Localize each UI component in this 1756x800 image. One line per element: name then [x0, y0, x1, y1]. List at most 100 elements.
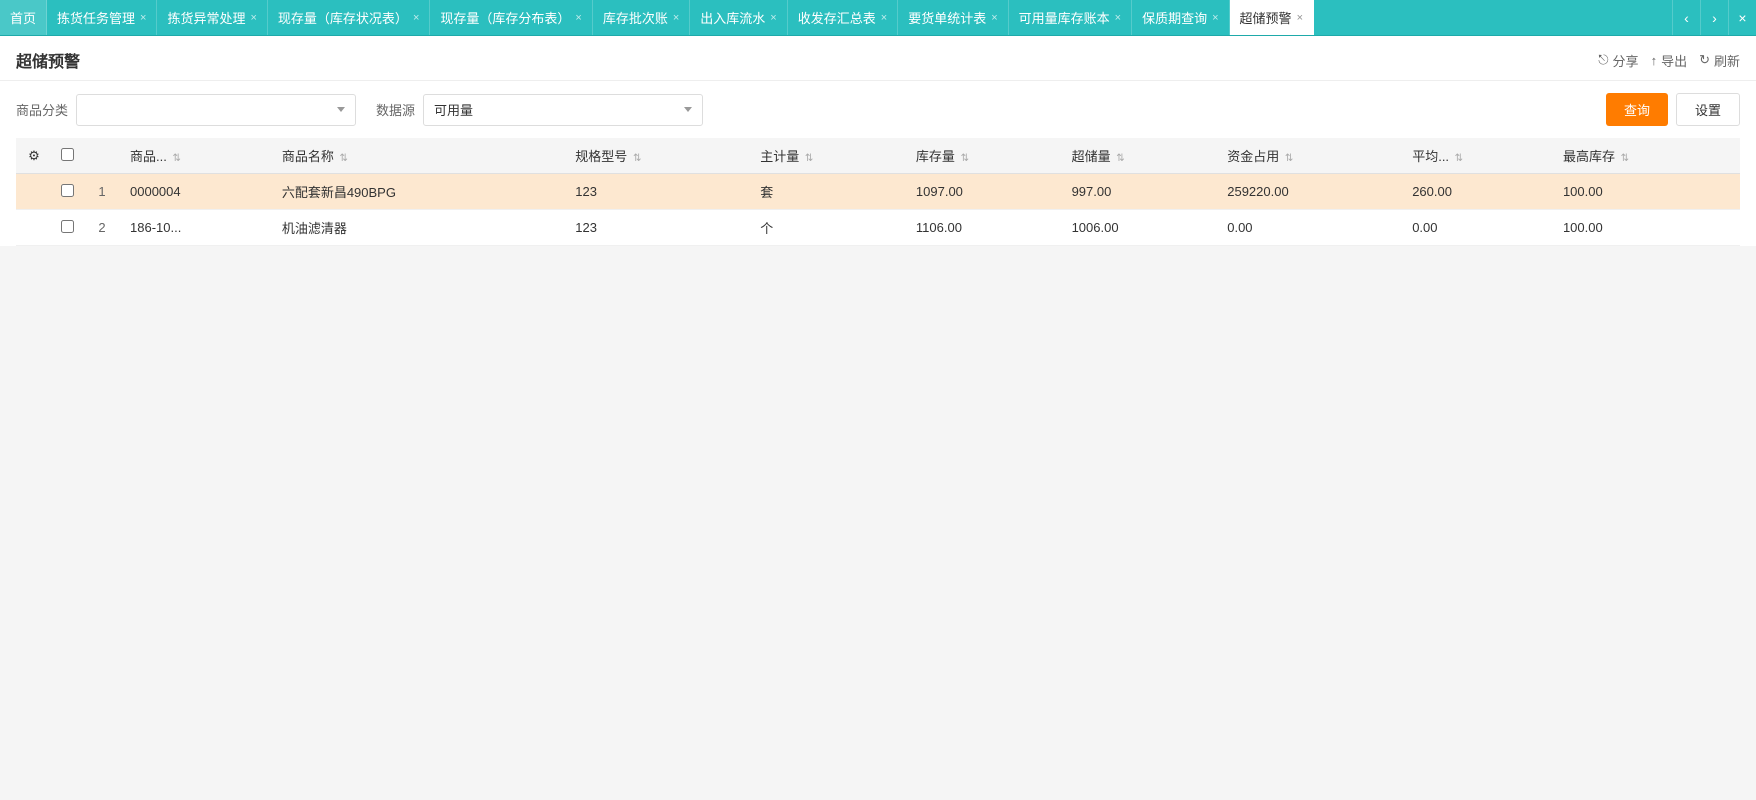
row-avg: 0.00 [1404, 210, 1555, 246]
datasource-filter: 数据源 可用量 [376, 94, 703, 126]
capital-header[interactable]: 资金占用 ⇅ [1219, 138, 1404, 174]
data-table: ⚙ 商品... ⇅ 商品名称 ⇅ 规格型号 ⇅ [16, 138, 1740, 246]
row-product-name: 六配套新昌490BPG [274, 174, 567, 210]
nav-summary[interactable]: 收发存汇总表 × [788, 0, 898, 36]
page-title: 超储预警 [16, 48, 80, 72]
filter-area: 商品分类 数据源 可用量 查询 设置 [0, 81, 1756, 138]
share-button[interactable]: ⎋ 分享 [1598, 51, 1638, 70]
row-stock: 1106.00 [908, 210, 1064, 246]
top-navigation: 首页 拣货任务管理 × 拣货异常处理 × 现存量（库存状况表） × 现存量（库存… [0, 0, 1756, 36]
category-select[interactable] [76, 94, 356, 126]
table-row: 1 0000004 六配套新昌490BPG 123 套 1097.00 997.… [16, 174, 1740, 210]
sort-icon: ⇅ [1621, 153, 1629, 164]
nav-order-stats[interactable]: 要货单统计表 × [898, 0, 1008, 36]
unit-header[interactable]: 主计量 ⇅ [752, 138, 908, 174]
row-product-code: 186-10... [122, 210, 274, 246]
row-spec: 123 [567, 210, 752, 246]
settings-button[interactable]: 设置 [1676, 93, 1740, 126]
row-unit: 个 [752, 210, 908, 246]
sort-icon: ⇅ [1285, 153, 1293, 164]
row-spec: 123 [567, 174, 752, 210]
avg-header[interactable]: 平均... ⇅ [1404, 138, 1555, 174]
datasource-select-value: 可用量 [434, 100, 473, 119]
export-icon: ↑ [1651, 53, 1658, 68]
checkbox-header[interactable] [52, 138, 82, 174]
close-icon[interactable]: × [991, 12, 997, 24]
row-max-stock: 100.00 [1555, 174, 1740, 210]
sort-icon: ⇅ [172, 153, 180, 164]
close-icon[interactable]: × [770, 12, 776, 24]
close-icon[interactable]: × [140, 12, 146, 24]
nav-close-arrow[interactable]: × [1728, 0, 1756, 36]
nav-pick-task[interactable]: 拣货任务管理 × [47, 0, 157, 36]
sort-icon: ⇅ [339, 153, 347, 164]
nav-pick-exception[interactable]: 拣货异常处理 × [157, 0, 267, 36]
sort-icon: ⇅ [1116, 153, 1124, 164]
close-icon[interactable]: × [413, 12, 419, 24]
row-checkbox-cell [52, 174, 82, 210]
row-capital: 259220.00 [1219, 174, 1404, 210]
chevron-down-icon [337, 107, 345, 112]
stock-header[interactable]: 库存量 ⇅ [908, 138, 1064, 174]
gear-header[interactable]: ⚙ [16, 138, 52, 174]
row-number: 1 [82, 174, 122, 210]
export-button[interactable]: ↑ 导出 [1651, 51, 1688, 70]
close-icon[interactable]: × [673, 12, 679, 24]
row-capital: 0.00 [1219, 210, 1404, 246]
product-code-header[interactable]: 商品... ⇅ [122, 138, 274, 174]
nav-stock-dist[interactable]: 现存量（库存分布表） × [430, 0, 592, 36]
close-icon[interactable]: × [881, 12, 887, 24]
nav-next-arrow[interactable]: › [1700, 0, 1728, 36]
datasource-label: 数据源 [376, 100, 415, 119]
row-max-stock: 100.00 [1555, 210, 1740, 246]
row-stock: 1097.00 [908, 174, 1064, 210]
row-unit: 套 [752, 174, 908, 210]
row-checkbox[interactable] [61, 220, 74, 233]
rownum-header [82, 138, 122, 174]
overstock-header[interactable]: 超储量 ⇅ [1064, 138, 1220, 174]
nav-overstock-warning[interactable]: 超储预警 × [1230, 0, 1314, 36]
max-stock-header[interactable]: 最高库存 ⇅ [1555, 138, 1740, 174]
sort-icon: ⇅ [1455, 153, 1463, 164]
close-icon[interactable]: × [1297, 12, 1303, 24]
nav-batch-account[interactable]: 库存批次账 × [593, 0, 690, 36]
close-icon[interactable]: × [1115, 12, 1121, 24]
header-actions: ⎋ 分享 ↑ 导出 ↻ 刷新 [1598, 51, 1740, 70]
sort-icon: ⇅ [961, 153, 969, 164]
row-gear[interactable] [16, 210, 52, 246]
category-filter: 商品分类 [16, 94, 356, 126]
refresh-button[interactable]: ↻ 刷新 [1699, 51, 1740, 70]
nav-prev-arrow[interactable]: ‹ [1672, 0, 1700, 36]
close-icon[interactable]: × [1212, 12, 1218, 24]
row-gear[interactable] [16, 174, 52, 210]
spec-header[interactable]: 规格型号 ⇅ [567, 138, 752, 174]
row-overstock: 1006.00 [1064, 210, 1220, 246]
nav-available-stock[interactable]: 可用量库存账本 × [1009, 0, 1132, 36]
product-name-header[interactable]: 商品名称 ⇅ [274, 138, 567, 174]
nav-expiry-query[interactable]: 保质期查询 × [1132, 0, 1229, 36]
nav-home[interactable]: 首页 [0, 0, 47, 36]
page-container: 超储预警 ⎋ 分享 ↑ 导出 ↻ 刷新 商品分类 数据源 [0, 36, 1756, 246]
table-body: 1 0000004 六配套新昌490BPG 123 套 1097.00 997.… [16, 174, 1740, 246]
sort-icon: ⇅ [805, 153, 813, 164]
page-header: 超储预警 ⎋ 分享 ↑ 导出 ↻ 刷新 [0, 36, 1756, 81]
category-label: 商品分类 [16, 100, 68, 119]
select-all-checkbox[interactable] [61, 148, 74, 161]
close-icon[interactable]: × [250, 12, 256, 24]
filter-action-buttons: 查询 设置 [1606, 93, 1740, 126]
table-header-row: ⚙ 商品... ⇅ 商品名称 ⇅ 规格型号 ⇅ [16, 138, 1740, 174]
close-icon[interactable]: × [575, 12, 581, 24]
row-number: 2 [82, 210, 122, 246]
refresh-icon: ↻ [1699, 52, 1710, 68]
row-checkbox-cell [52, 210, 82, 246]
datasource-select[interactable]: 可用量 [423, 94, 703, 126]
row-avg: 260.00 [1404, 174, 1555, 210]
row-product-code: 0000004 [122, 174, 274, 210]
query-button[interactable]: 查询 [1606, 93, 1668, 126]
table-row: 2 186-10... 机油滤清器 123 个 1106.00 1006.00 … [16, 210, 1740, 246]
nav-arrow-group: ‹ › × [1672, 0, 1756, 36]
nav-stock-status[interactable]: 现存量（库存状况表） × [268, 0, 430, 36]
nav-inout-flow[interactable]: 出入库流水 × [690, 0, 787, 36]
row-product-name: 机油滤清器 [274, 210, 567, 246]
row-checkbox[interactable] [61, 184, 74, 197]
